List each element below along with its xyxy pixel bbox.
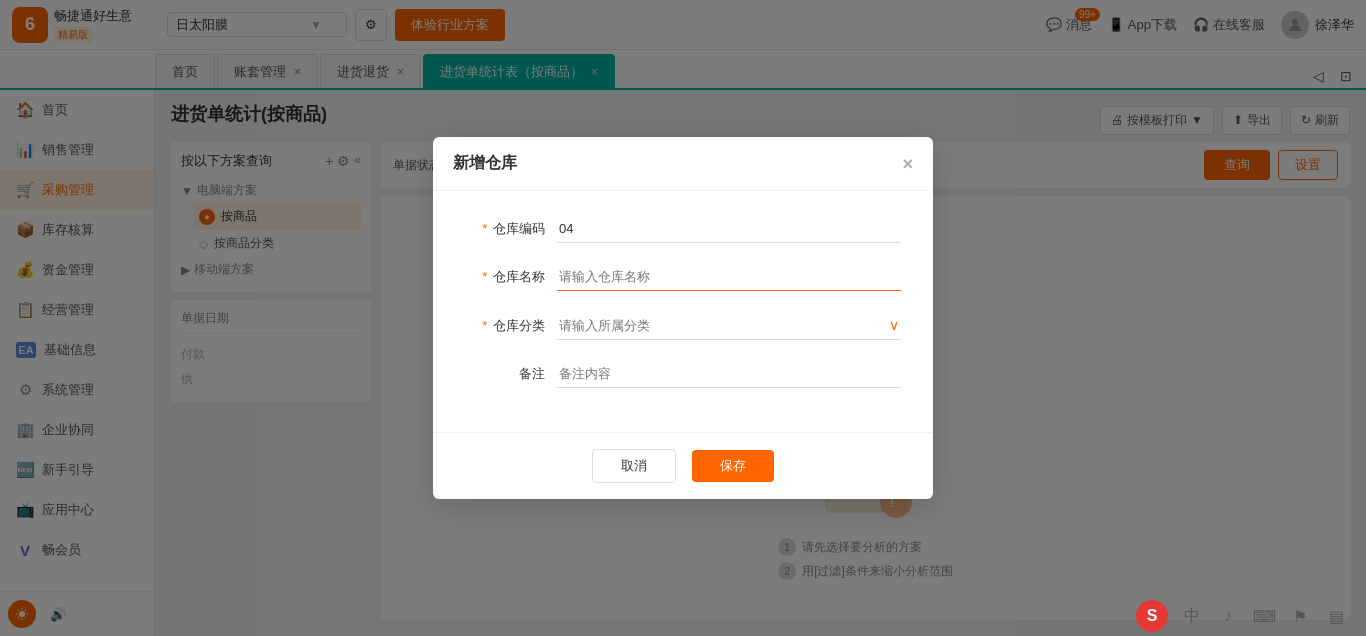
sound-icon[interactable]: ♪ — [1214, 602, 1242, 630]
warehouse-category-select[interactable]: ∨ — [557, 311, 901, 340]
dialog-footer: 取消 保存 — [433, 432, 933, 499]
save-button[interactable]: 保存 — [692, 450, 774, 482]
required-mark-category: * — [482, 318, 487, 333]
required-mark-code: * — [482, 221, 487, 236]
s-logo: S — [1136, 600, 1168, 632]
form-row-category: * 仓库分类 ∨ — [465, 311, 901, 340]
warehouse-code-input[interactable] — [557, 215, 901, 243]
flag-icon[interactable]: ⚑ — [1286, 602, 1314, 630]
form-row-note: 备注 — [465, 360, 901, 388]
form-label-name: * 仓库名称 — [465, 268, 545, 286]
required-mark-name: * — [482, 269, 487, 284]
dialog-title: 新增仓库 — [453, 153, 517, 174]
warehouse-name-input[interactable] — [557, 263, 901, 291]
menu-icon[interactable]: ▤ — [1322, 602, 1350, 630]
warehouse-note-input[interactable] — [557, 360, 901, 388]
form-row-name: * 仓库名称 — [465, 263, 901, 291]
dialog-close-button[interactable]: × — [902, 155, 913, 173]
keyboard-icon[interactable]: ⌨ — [1250, 602, 1278, 630]
chinese-input-icon[interactable]: 中 — [1178, 602, 1206, 630]
dialog-header: 新增仓库 × — [433, 137, 933, 191]
category-input[interactable] — [559, 318, 889, 333]
bottom-right-icons: 中 ♪ ⌨ ⚑ ▤ — [1178, 602, 1350, 630]
dialog-body: * 仓库编码 * 仓库名称 * 仓库分类 — [433, 191, 933, 432]
category-dropdown-icon: ∨ — [889, 317, 899, 333]
new-warehouse-dialog: 新增仓库 × * 仓库编码 * 仓库名称 — [433, 137, 933, 499]
form-label-category: * 仓库分类 — [465, 317, 545, 335]
form-label-code: * 仓库编码 — [465, 220, 545, 238]
form-label-note: 备注 — [465, 365, 545, 383]
s-logo-area: S 中 ♪ ⌨ ⚑ ▤ — [1120, 596, 1366, 636]
cancel-button[interactable]: 取消 — [592, 449, 676, 483]
form-row-code: * 仓库编码 — [465, 215, 901, 243]
dialog-overlay: 新增仓库 × * 仓库编码 * 仓库名称 — [0, 0, 1366, 636]
